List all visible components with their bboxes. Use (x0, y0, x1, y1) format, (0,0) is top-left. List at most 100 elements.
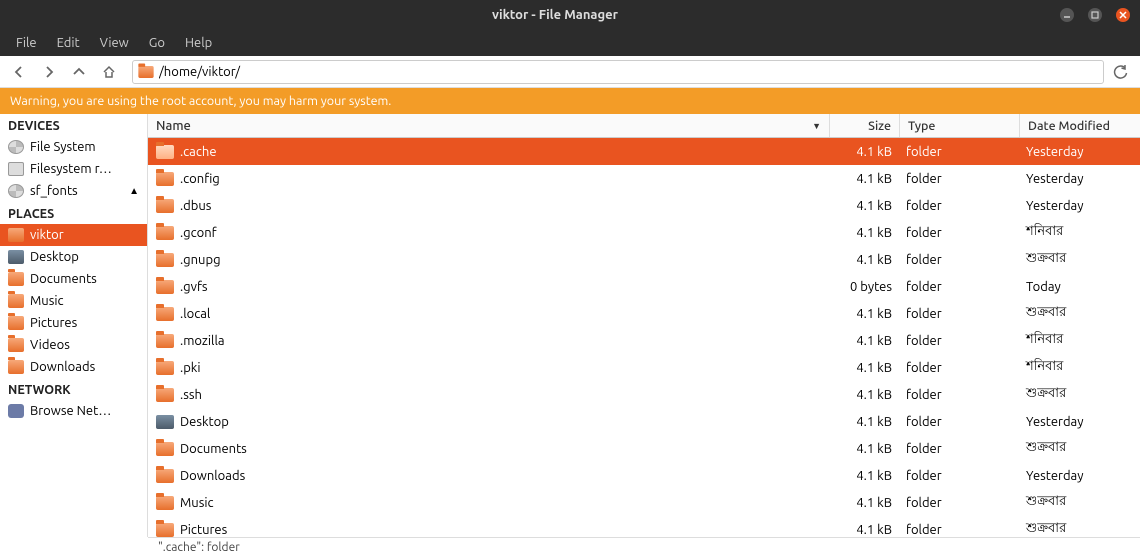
sidebar-item-viktor[interactable]: viktor (0, 224, 147, 246)
file-date: শুক্রবার (1020, 303, 1140, 324)
menu-help[interactable]: Help (175, 33, 222, 53)
file-row[interactable]: .ssh4.1 kBfolderশুক্রবার (148, 381, 1140, 408)
folder-icon (156, 253, 174, 267)
menu-go[interactable]: Go (139, 33, 175, 53)
file-date: শুক্রবার (1020, 384, 1140, 405)
menu-file[interactable]: File (6, 33, 47, 53)
file-size: 0 bytes (830, 280, 900, 294)
file-row[interactable]: .dbus4.1 kBfolderYesterday (148, 192, 1140, 219)
file-name: .gnupg (180, 253, 221, 267)
file-row[interactable]: Pictures4.1 kBfolderশুক্রবার (148, 516, 1140, 537)
file-name: .gvfs (180, 280, 208, 294)
home-button[interactable] (96, 59, 122, 85)
sidebar-item-sf-fonts[interactable]: sf_fonts▲ (0, 180, 147, 202)
folder-icon (156, 280, 174, 294)
forward-button[interactable] (36, 59, 62, 85)
file-size: 4.1 kB (830, 253, 900, 267)
file-date: Yesterday (1020, 469, 1140, 483)
net-icon (8, 404, 24, 418)
file-date: শুক্রবার (1020, 492, 1140, 513)
path-input[interactable] (159, 65, 1099, 79)
file-name: .mozilla (180, 334, 225, 348)
folder-icon (156, 469, 174, 483)
file-type: folder (900, 388, 1020, 402)
file-type: folder (900, 334, 1020, 348)
file-row[interactable]: .pki4.1 kBfolderশনিবার (148, 354, 1140, 381)
back-button[interactable] (6, 59, 32, 85)
folder-icon (156, 145, 174, 159)
file-name: Desktop (180, 415, 229, 429)
file-type: folder (900, 280, 1020, 294)
file-row[interactable]: .config4.1 kBfolderYesterday (148, 165, 1140, 192)
minimize-button[interactable] (1060, 8, 1074, 22)
file-row[interactable]: Documents4.1 kBfolderশুক্রবার (148, 435, 1140, 462)
file-row[interactable]: .gnupg4.1 kBfolderশুক্রবার (148, 246, 1140, 273)
path-box[interactable] (132, 60, 1104, 84)
file-size: 4.1 kB (830, 469, 900, 483)
column-type[interactable]: Type (900, 114, 1020, 137)
file-row[interactable]: .gvfs0 bytesfolderToday (148, 273, 1140, 300)
warning-bar: Warning, you are using the root account,… (0, 88, 1140, 114)
sidebar-item-label: File System (30, 140, 139, 154)
folder-icon (138, 66, 153, 78)
file-date: শুক্রবার (1020, 519, 1140, 537)
column-size[interactable]: Size (830, 114, 900, 137)
file-row[interactable]: .mozilla4.1 kBfolderশনিবার (148, 327, 1140, 354)
file-row[interactable]: Downloads 4.1 kBfolderYesterday (148, 462, 1140, 489)
column-date[interactable]: Date Modified (1020, 114, 1140, 137)
file-date: Yesterday (1020, 145, 1140, 159)
sidebar-item-browse-net-[interactable]: Browse Net… (0, 400, 147, 422)
file-date: শনিবার (1020, 357, 1140, 378)
sidebar-item-music[interactable]: Music (0, 290, 147, 312)
file-row[interactable]: .local4.1 kBfolderশুক্রবার (148, 300, 1140, 327)
close-button[interactable] (1116, 8, 1130, 22)
file-row[interactable]: .cache4.1 kBfolderYesterday (148, 138, 1140, 165)
sidebar-item-file-system[interactable]: File System (0, 136, 147, 158)
column-name[interactable]: Name▼ (148, 114, 830, 137)
desktop-icon (156, 415, 174, 429)
folder-icon (156, 388, 174, 402)
file-row[interactable]: .gconf4.1 kBfolderশনিবার (148, 219, 1140, 246)
up-button[interactable] (66, 59, 92, 85)
file-size: 4.1 kB (830, 199, 900, 213)
file-list[interactable]: .cache4.1 kBfolderYesterday.config4.1 kB… (148, 138, 1140, 537)
file-name: Downloads (180, 469, 245, 483)
file-size: 4.1 kB (830, 442, 900, 456)
menu-edit[interactable]: Edit (47, 33, 90, 53)
file-size: 4.1 kB (830, 523, 900, 537)
sidebar-item-label: Desktop (30, 250, 139, 264)
folder-icon (156, 307, 174, 321)
file-size: 4.1 kB (830, 388, 900, 402)
file-type: folder (900, 469, 1020, 483)
sidebar-item-label: Music (30, 294, 139, 308)
sidebar-item-documents[interactable]: Documents (0, 268, 147, 290)
file-row[interactable]: Desktop4.1 kBfolderYesterday (148, 408, 1140, 435)
file-name: .gconf (180, 226, 217, 240)
maximize-button[interactable] (1088, 8, 1102, 22)
sidebar-item-desktop[interactable]: Desktop (0, 246, 147, 268)
file-row[interactable]: Music4.1 kBfolderশুক্রবার (148, 489, 1140, 516)
sidebar-item-label: viktor (30, 228, 139, 242)
folder-icon (8, 272, 24, 286)
file-area: Name▼ Size Type Date Modified .cache4.1 … (148, 114, 1140, 537)
menu-view[interactable]: View (90, 33, 139, 53)
sidebar-item-downloads[interactable]: Downloads (0, 356, 147, 378)
folder-icon (156, 334, 174, 348)
folder-icon (156, 199, 174, 213)
file-size: 4.1 kB (830, 172, 900, 186)
disk-icon (8, 140, 24, 154)
file-date: শুক্রবার (1020, 249, 1140, 270)
file-name: .cache (180, 145, 217, 159)
file-size: 4.1 kB (830, 415, 900, 429)
sidebar-item-videos[interactable]: Videos (0, 334, 147, 356)
sidebar-item-pictures[interactable]: Pictures (0, 312, 147, 334)
column-headers: Name▼ Size Type Date Modified (148, 114, 1140, 138)
sidebar-item-filesystem-r-[interactable]: Filesystem r… (0, 158, 147, 180)
reload-button[interactable] (1108, 59, 1134, 85)
eject-icon[interactable]: ▲ (129, 185, 139, 197)
sidebar-header: DEVICES (0, 114, 147, 136)
sidebar-header: PLACES (0, 202, 147, 224)
file-type: folder (900, 172, 1020, 186)
file-date: Yesterday (1020, 199, 1140, 213)
file-type: folder (900, 415, 1020, 429)
